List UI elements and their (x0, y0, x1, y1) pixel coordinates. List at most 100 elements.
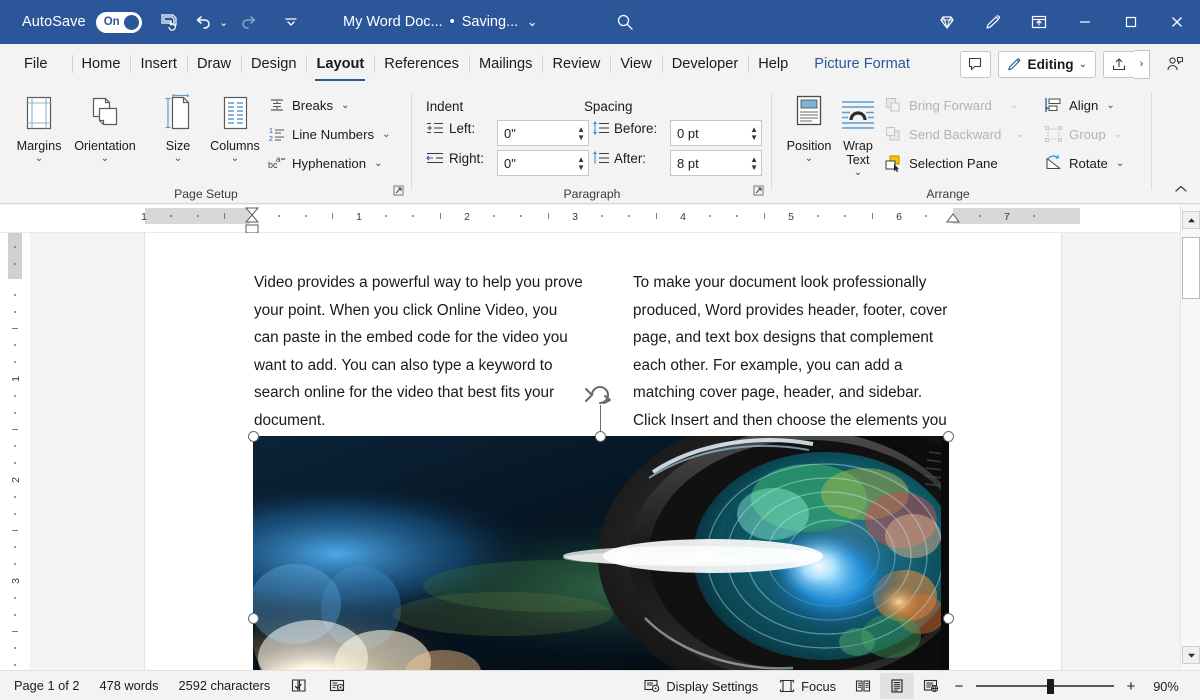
zoom-level-label[interactable]: 90% (1142, 679, 1190, 694)
focus-button[interactable]: Focus (768, 671, 846, 700)
maximize-button[interactable] (1108, 0, 1154, 44)
tab-mailings[interactable]: Mailings (469, 44, 543, 84)
ribbon-display-options-icon[interactable] (1016, 0, 1062, 44)
ribbon-overflow-chevron-right-icon[interactable]: › (1134, 50, 1150, 79)
breaks-chevron-down-icon[interactable]: ⌄ (341, 100, 349, 111)
zoom-out-button[interactable]: − (948, 678, 970, 695)
zoom-slider-thumb[interactable] (1047, 679, 1054, 694)
spacing-before-stepper[interactable]: ▲▼ (750, 126, 758, 141)
indent-left-stepper[interactable]: ▲▼ (577, 126, 585, 141)
tab-layout[interactable]: Layout (306, 44, 374, 84)
hyphenation-chevron-down-icon[interactable]: ⌄ (374, 158, 382, 169)
wrap-text-button[interactable]: Wrap Text ⌄ (830, 90, 886, 178)
rotate-chevron-down-icon[interactable]: ⌄ (1116, 158, 1124, 169)
diamond-icon[interactable] (924, 0, 970, 44)
zoom-slider[interactable] (970, 673, 1120, 699)
tab-developer[interactable]: Developer (662, 44, 749, 84)
character-count[interactable]: 2592 characters (169, 671, 281, 700)
resize-handle-top-center[interactable] (595, 431, 606, 442)
columns-chevron-down-icon[interactable]: ⌄ (231, 153, 239, 164)
scroll-down-button[interactable] (1182, 646, 1200, 664)
customize-quick-access-toolbar-chevron-down-icon[interactable] (274, 7, 308, 37)
read-mode-button[interactable] (846, 673, 880, 699)
scrollbar-thumb[interactable] (1182, 237, 1200, 299)
tab-home[interactable]: Home (72, 44, 131, 84)
print-layout-button[interactable] (880, 673, 914, 699)
word-count[interactable]: 478 words (89, 671, 168, 700)
pen-icon[interactable] (970, 0, 1016, 44)
resize-handle-middle-right[interactable] (943, 613, 954, 624)
web-layout-button[interactable] (914, 673, 948, 699)
tab-picture-format[interactable]: Picture Format (798, 44, 920, 84)
tab-help[interactable]: Help (748, 44, 798, 84)
document-canvas[interactable]: Video provides a powerful way to help yo… (30, 233, 1180, 670)
breaks-button[interactable]: Breaks ⌄ (268, 92, 349, 118)
line-numbers-chevron-down-icon[interactable]: ⌄ (382, 129, 390, 140)
page-info[interactable]: Page 1 of 2 (0, 671, 89, 700)
zoom-slider-track (976, 685, 1114, 686)
rotate-button[interactable]: Rotate ⌄ (1044, 150, 1124, 176)
share-button[interactable] (1103, 51, 1134, 78)
vertical-ruler[interactable]: 1 2 3 (0, 233, 30, 670)
tab-draw[interactable]: Draw (187, 44, 241, 84)
resize-handle-top-right[interactable] (943, 431, 954, 442)
tab-file[interactable]: File (14, 44, 58, 84)
zoom-in-button[interactable]: + (1120, 678, 1142, 695)
orientation-button[interactable]: Orientation ⌄ (72, 90, 138, 164)
horizontal-ruler[interactable]: 1 1 2 3 4 5 6 7 (0, 205, 1180, 233)
tab-design[interactable]: Design (241, 44, 306, 84)
autosave-toggle[interactable]: On (96, 12, 142, 33)
document-title-area[interactable]: My Word Doc... • Saving... ⌄ (343, 0, 540, 44)
resize-handle-top-left[interactable] (248, 431, 259, 442)
paragraph-left[interactable]: Video provides a powerful way to help yo… (254, 269, 584, 434)
tab-references[interactable]: References (374, 44, 469, 84)
accessibility-checker-button[interactable] (318, 671, 356, 700)
camera-lens-photo[interactable] (253, 436, 949, 670)
spacing-before-label: Before: (614, 121, 657, 136)
undo-chevron-down-icon[interactable]: ⌄ (216, 16, 232, 29)
paragraph-dialog-launcher-icon[interactable] (753, 185, 764, 199)
tab-insert[interactable]: Insert (130, 44, 187, 84)
margins-button[interactable]: Margins ⌄ (6, 90, 72, 164)
resize-handle-middle-left[interactable] (248, 613, 259, 624)
spacing-after-stepper[interactable]: ▲▼ (750, 156, 758, 171)
page-setup-dialog-launcher-icon[interactable] (393, 185, 404, 199)
indent-left-input[interactable]: 0" ▲▼ (497, 120, 589, 146)
tab-view[interactable]: View (610, 44, 661, 84)
columns-icon (215, 90, 255, 136)
selection-pane-button[interactable]: Selection Pane (884, 150, 998, 176)
wrap-text-chevron-down-icon[interactable]: ⌄ (854, 167, 862, 178)
undo-icon[interactable] (186, 7, 220, 37)
comments-button[interactable] (960, 51, 991, 78)
share-people-button[interactable] (1158, 49, 1192, 79)
hyphenation-button[interactable]: bca Hyphenation ⌄ (268, 150, 382, 176)
size-chevron-down-icon[interactable]: ⌄ (174, 153, 182, 164)
svg-text:a: a (276, 155, 281, 164)
line-numbers-button[interactable]: 12 Line Numbers ⌄ (268, 121, 390, 147)
search-button[interactable] (605, 0, 645, 44)
columns-button[interactable]: Columns ⌄ (202, 90, 268, 164)
document-page[interactable]: Video provides a powerful way to help yo… (145, 233, 1061, 670)
display-settings-button[interactable]: Display Settings (633, 671, 768, 700)
rotate-handle-icon[interactable] (583, 381, 617, 414)
paragraph-right[interactable]: To make your document look professionall… (633, 269, 958, 462)
spacing-before-input[interactable]: 0 pt ▲▼ (670, 120, 762, 146)
collapse-ribbon-chevron-up-icon[interactable] (1174, 182, 1188, 199)
indent-right-input[interactable]: 0" ▲▼ (497, 150, 589, 176)
vertical-scrollbar[interactable] (1180, 205, 1200, 670)
proofing-errors-button[interactable] (280, 671, 318, 700)
position-chevron-down-icon[interactable]: ⌄ (805, 153, 813, 164)
save-refresh-icon[interactable] (152, 7, 186, 37)
margins-chevron-down-icon[interactable]: ⌄ (35, 153, 43, 164)
minimize-button[interactable] (1062, 0, 1108, 44)
title-chevron-down-icon[interactable]: ⌄ (524, 14, 540, 30)
spacing-after-input[interactable]: 8 pt ▲▼ (670, 150, 762, 176)
indent-right-stepper[interactable]: ▲▼ (577, 156, 585, 171)
editing-mode-button[interactable]: Editing ⌄ (998, 51, 1096, 78)
scroll-up-button[interactable] (1182, 211, 1200, 229)
close-button[interactable] (1154, 0, 1200, 44)
align-button[interactable]: Align ⌄ (1044, 92, 1115, 118)
orientation-chevron-down-icon[interactable]: ⌄ (101, 153, 109, 164)
align-chevron-down-icon[interactable]: ⌄ (1106, 100, 1114, 111)
tab-review[interactable]: Review (542, 44, 610, 84)
